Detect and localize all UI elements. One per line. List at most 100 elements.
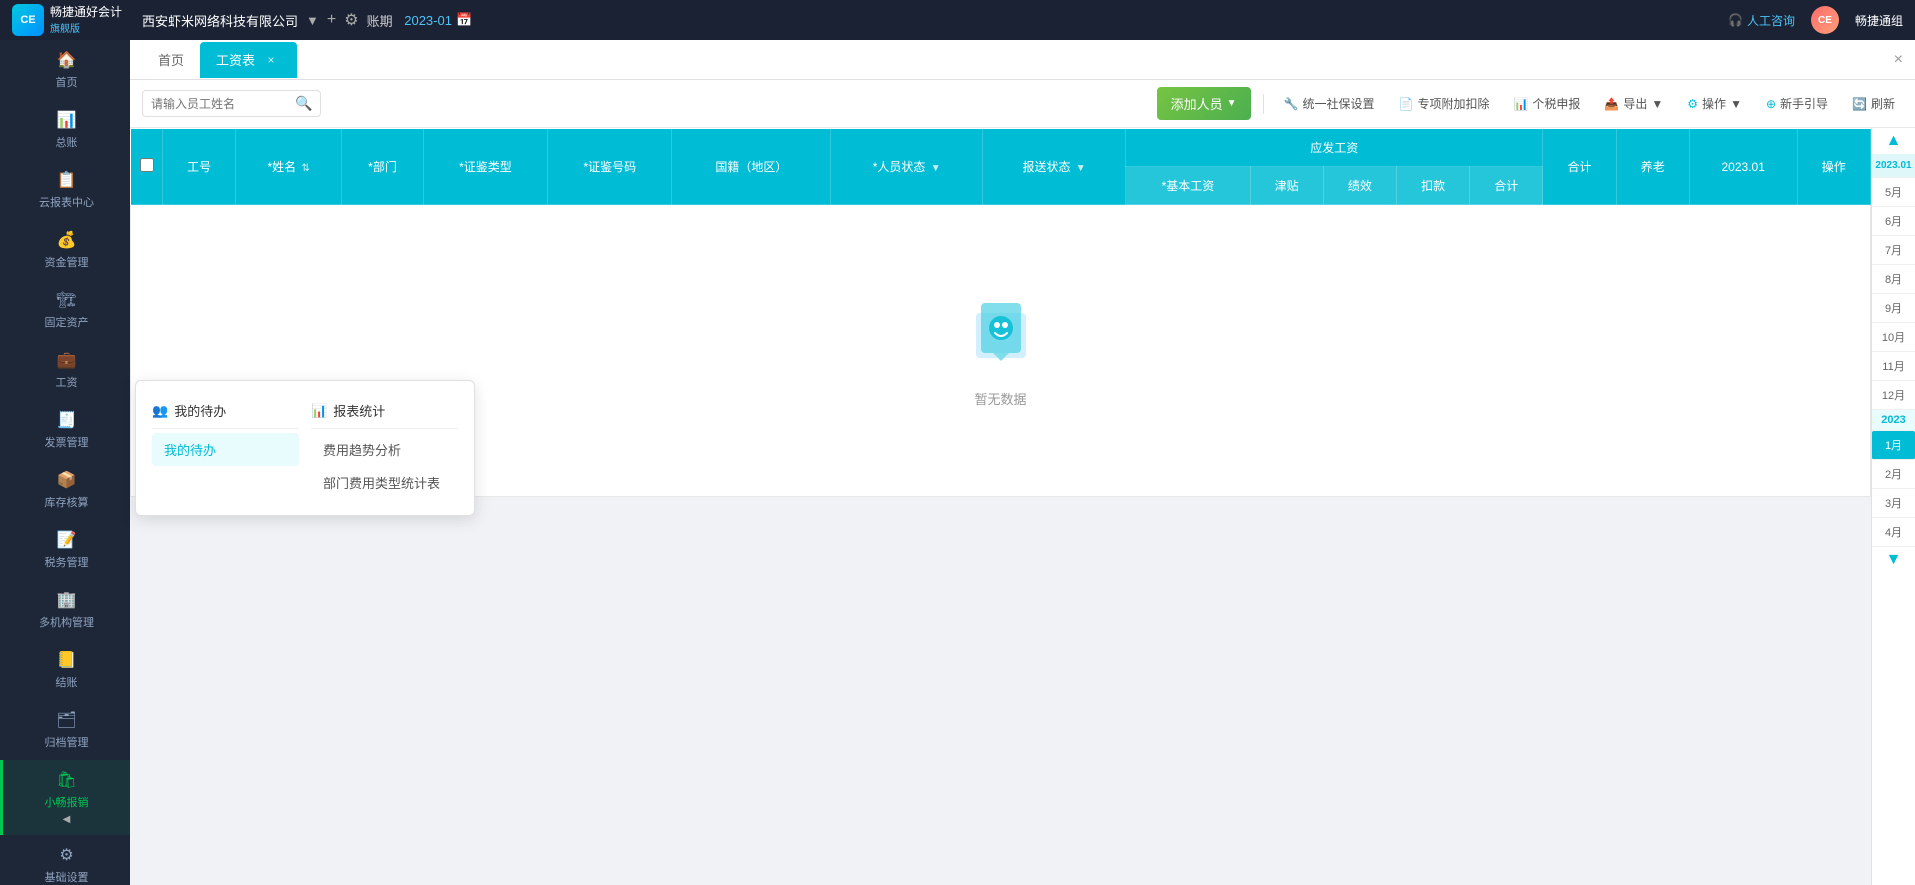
basic-settings-icon: ⚙ (59, 845, 73, 865)
month-item-2023-01[interactable]: 2023.01 (1872, 154, 1915, 178)
headset-icon: 🎧 (1728, 13, 1743, 27)
th-name: *姓名 ⇅ (236, 129, 342, 205)
report-status-filter-icon: ▼ (1076, 163, 1086, 174)
th-nationality: 国籍（地区） (672, 129, 831, 205)
month-item-4[interactable]: 4月 (1872, 518, 1915, 547)
th-operation: 操作 (1797, 129, 1870, 205)
th-department: *部门 (342, 129, 424, 205)
month-item-10[interactable]: 10月 (1872, 323, 1915, 352)
popup-todo-item[interactable]: 我的待办 (152, 433, 299, 466)
social-security-button[interactable]: 🔧 统一社保设置 (1276, 91, 1383, 116)
th-total2: 合计 (1470, 167, 1543, 205)
month-nav-down[interactable]: ▼ (1872, 547, 1915, 573)
sidebar-item-tax[interactable]: 📝 税务管理 (0, 520, 130, 580)
month-item-11[interactable]: 11月 (1872, 352, 1915, 381)
popup-todo-header: 👥 我的待办 (152, 397, 299, 429)
sidebar-item-inventory[interactable]: 📦 库存核算 (0, 460, 130, 520)
empty-icon (961, 293, 1041, 373)
sidebar-label-expense: 小畅报销 (45, 794, 89, 810)
th-total: 合计 (1543, 129, 1616, 205)
sidebar-item-ledger[interactable]: 📊 总账 (0, 100, 130, 160)
add-btn-label: 添加人员 (1171, 94, 1223, 113)
refresh-button[interactable]: 🔄 刷新 (1844, 91, 1903, 116)
tab-salary[interactable]: 工资表 × (200, 42, 297, 78)
popup-menu: 👥 我的待办 我的待办 📊 报表统计 费用趋势分析 部门费用类型统计表 (135, 380, 475, 516)
toolbar: 🔍 添加人员 ▼ 🔧 统一社保设置 📄 专项附加扣除 📊 (130, 80, 1915, 128)
month-item-7[interactable]: 7月 (1872, 236, 1915, 265)
sidebar-label-basic-settings: 基础设置 (45, 869, 89, 885)
sidebar-item-archive[interactable]: 🗂 归档管理 (0, 700, 130, 760)
tab-close-button[interactable]: × (261, 50, 281, 70)
month-nav-up[interactable]: ▲ (1872, 128, 1915, 154)
status-filter-icon: ▼ (931, 163, 941, 174)
sidebar-label-multi-org: 多机构管理 (39, 614, 94, 630)
popup-expense-trend[interactable]: 费用趋势分析 (311, 433, 458, 466)
month-item-12[interactable]: 12月 (1872, 381, 1915, 410)
add-employee-button[interactable]: 添加人员 ▼ (1157, 87, 1251, 120)
sidebar-item-salary[interactable]: 💼 工资 (0, 340, 130, 400)
popup-col-report: 📊 报表统计 费用趋势分析 部门费用类型统计表 (311, 397, 458, 499)
sidebar-item-close-accounts[interactable]: 📒 结账 (0, 640, 130, 700)
search-input[interactable] (151, 97, 291, 111)
new-guide-icon: ⊕ (1766, 97, 1776, 111)
tax-report-button[interactable]: 📊 个税申报 (1505, 91, 1588, 116)
sidebar-item-fund[interactable]: 💰 资金管理 (0, 220, 130, 280)
period-label: 账期 2023-01 📅 (367, 11, 473, 30)
sidebar-item-basic-settings[interactable]: ⚙ 基础设置 (0, 835, 130, 885)
sidebar-label-close-accounts: 结账 (56, 674, 78, 690)
search-icon: 🔍 (295, 95, 312, 112)
export-icon: 📤 (1604, 97, 1619, 111)
th-base-salary: *基本工资 (1126, 167, 1250, 205)
operation-button[interactable]: ⚙ 操作 ▼ (1679, 91, 1750, 116)
th-pension: 养老 (1616, 129, 1689, 205)
fund-icon: 💰 (57, 230, 77, 250)
logo-icon: CE (12, 4, 44, 36)
sidebar-item-multi-org[interactable]: 🏢 多机构管理 (0, 580, 130, 640)
popup-dept-expense[interactable]: 部门费用类型统计表 (311, 466, 458, 499)
service-button[interactable]: 🎧 人工咨询 (1728, 12, 1795, 29)
sidebar-item-expense[interactable]: 🛍 小畅报销 ◀ (0, 760, 130, 835)
select-all-checkbox[interactable] (140, 158, 154, 172)
month-item-8[interactable]: 8月 (1872, 265, 1915, 294)
th-report-status: 报送状态 ▼ (982, 129, 1125, 205)
operation-icon: ⚙ (1687, 97, 1698, 111)
social-security-icon: 🔧 (1284, 97, 1299, 111)
operation-arrow-icon: ▼ (1730, 97, 1742, 111)
user-avatar: CE (1811, 6, 1839, 34)
sidebar-label-archive: 归档管理 (45, 734, 89, 750)
settings-icon[interactable]: ⚙ (344, 10, 358, 30)
tab-home[interactable]: 首页 (142, 42, 200, 77)
tab-bar: 首页 工资表 × × (130, 40, 1915, 80)
logo-text: 畅捷通好会计 (50, 5, 122, 21)
th-year-month: 2023.01 (1689, 129, 1797, 205)
month-item-5[interactable]: 5月 (1872, 178, 1915, 207)
th-allowance: 津贴 (1250, 167, 1323, 205)
month-item-3[interactable]: 3月 (1872, 489, 1915, 518)
sidebar-item-cloud-report[interactable]: 📋 云报表中心 (0, 160, 130, 220)
month-item-6[interactable]: 6月 (1872, 207, 1915, 236)
th-id-number: *证鉴号码 (548, 129, 672, 205)
month-item-9[interactable]: 9月 (1872, 294, 1915, 323)
sidebar-label-inventory: 库存核算 (45, 494, 89, 510)
sidebar-item-home[interactable]: 🏠 首页 (0, 40, 130, 100)
sidebar-item-assets[interactable]: 🏗 固定资产 (0, 280, 130, 340)
sidebar-item-invoice[interactable]: 🧾 发票管理 (0, 400, 130, 460)
logo: CE 畅捷通好会计 旗舰版 (12, 4, 122, 36)
company-name: 西安虾米网络科技有限公司 (142, 11, 298, 30)
expense-icon: 🛍 (56, 770, 76, 790)
company-dropdown-icon[interactable]: ▼ (306, 13, 319, 28)
sidebar-label-fund: 资金管理 (45, 254, 89, 270)
month-item-1[interactable]: 1月 (1872, 431, 1915, 460)
calendar-icon[interactable]: 📅 (456, 12, 472, 28)
th-deduction: 扣款 (1396, 167, 1469, 205)
special-deduction-button[interactable]: 📄 专项附加扣除 (1390, 91, 1497, 116)
th-id-type: *证鉴类型 (423, 129, 547, 205)
salary-icon: 💼 (57, 350, 77, 370)
assets-icon: 🏗 (56, 290, 76, 310)
new-guide-button[interactable]: ⊕ 新手引导 (1758, 91, 1836, 116)
month-item-2[interactable]: 2月 (1872, 460, 1915, 489)
export-button[interactable]: 📤 导出 ▼ (1596, 91, 1671, 116)
user-name: 畅捷通组 (1855, 12, 1903, 29)
tab-close-right[interactable]: × (1894, 51, 1903, 69)
add-company-icon[interactable]: + (327, 11, 336, 29)
